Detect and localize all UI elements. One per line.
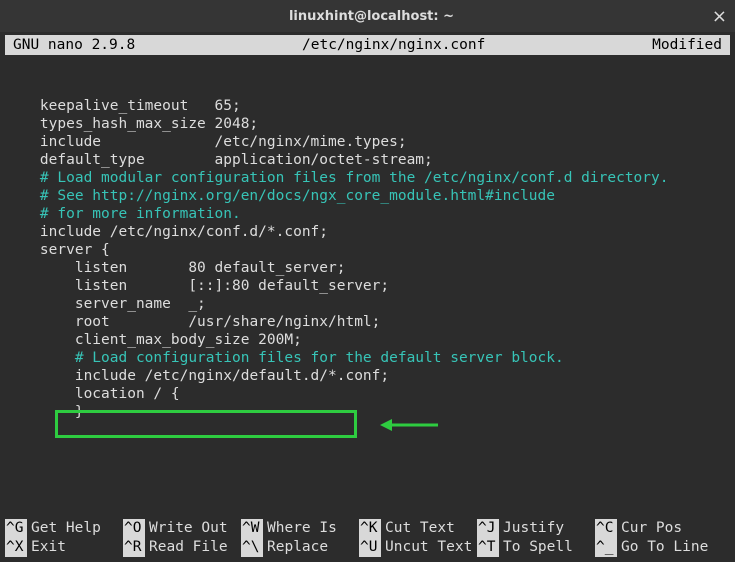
- comment-text: # Load configuration files for the defau…: [75, 350, 564, 366]
- shortcut-label: Cut Text: [385, 519, 455, 538]
- code-text: listen [::]:80 default_server;: [75, 278, 389, 294]
- shortcut-item[interactable]: ^\Replace: [241, 538, 359, 557]
- editor-area[interactable]: keepalive_timeout 65; types_hash_max_siz…: [0, 55, 735, 525]
- shortcut-label: Justify: [503, 519, 564, 538]
- code-text: types_hash_max_size 2048;: [40, 116, 258, 132]
- code-text: root /usr/share/nginx/html;: [75, 314, 381, 330]
- code-text: server_name _;: [75, 296, 206, 312]
- editor-line[interactable]: server_name _;: [5, 295, 730, 313]
- editor-line[interactable]: location / {: [5, 385, 730, 403]
- code-text: include /etc/nginx/mime.types;: [40, 134, 407, 150]
- editor-line[interactable]: # for more information.: [5, 205, 730, 223]
- shortcut-item[interactable]: ^JJustify: [477, 519, 595, 538]
- shortcut-item[interactable]: ^UUncut Text: [359, 538, 477, 557]
- comment-text: # See http://nginx.org/en/docs/ngx_core_…: [40, 188, 555, 204]
- shortcut-key: ^R: [123, 538, 145, 557]
- shortcut-key: ^C: [595, 519, 617, 538]
- shortcut-key: ^X: [5, 538, 27, 557]
- editor-content[interactable]: keepalive_timeout 65; types_hash_max_siz…: [5, 97, 730, 421]
- editor-line[interactable]: root /usr/share/nginx/html;: [5, 313, 730, 331]
- shortcut-key: ^_: [595, 538, 617, 557]
- shortcut-item[interactable]: ^GGet Help: [5, 519, 123, 538]
- shortcut-item[interactable]: ^CCur Pos: [595, 519, 713, 538]
- nano-shortcuts-bar: ^GGet Help^OWrite Out^WWhere Is^KCut Tex…: [5, 519, 730, 557]
- shortcut-item[interactable]: ^OWrite Out: [123, 519, 241, 538]
- code-text: }: [75, 404, 84, 420]
- editor-line[interactable]: include /etc/nginx/mime.types;: [5, 133, 730, 151]
- shortcut-row-2: ^XExit^RRead File^\Replace^UUncut Text^T…: [5, 538, 730, 557]
- shortcut-key: ^J: [477, 519, 499, 538]
- editor-line[interactable]: types_hash_max_size 2048;: [5, 115, 730, 133]
- code-text: default_type application/octet-stream;: [40, 152, 433, 168]
- nano-modified-status: Modified: [652, 35, 722, 55]
- comment-text: # Load modular configuration files from …: [40, 170, 669, 186]
- editor-line[interactable]: listen [::]:80 default_server;: [5, 277, 730, 295]
- editor-line[interactable]: default_type application/octet-stream;: [5, 151, 730, 169]
- code-text: location / {: [75, 386, 180, 402]
- shortcut-label: Get Help: [31, 519, 101, 538]
- shortcut-label: Write Out: [149, 519, 228, 538]
- shortcut-key: ^W: [241, 519, 263, 538]
- comment-text: # for more information.: [40, 206, 241, 222]
- nano-header-bar: GNU nano 2.9.8 /etc/nginx/nginx.conf Mod…: [5, 35, 730, 55]
- shortcut-key: ^U: [359, 538, 381, 557]
- shortcut-key: ^T: [477, 538, 499, 557]
- shortcut-label: Replace: [267, 538, 328, 557]
- editor-line[interactable]: listen 80 default_server;: [5, 259, 730, 277]
- close-icon[interactable]: ×: [699, 6, 727, 27]
- code-text: include /etc/nginx/default.d/*.conf;: [75, 368, 389, 384]
- editor-line[interactable]: keepalive_timeout 65;: [5, 97, 730, 115]
- shortcut-key: ^K: [359, 519, 381, 538]
- editor-line[interactable]: include /etc/nginx/conf.d/*.conf;: [5, 223, 730, 241]
- window-title: linuxhint@localhost: ~: [44, 9, 699, 24]
- shortcut-label: Cur Pos: [621, 519, 682, 538]
- editor-line[interactable]: server {: [5, 241, 730, 259]
- shortcut-item[interactable]: ^KCut Text: [359, 519, 477, 538]
- editor-line[interactable]: # Load configuration files for the defau…: [5, 349, 730, 367]
- editor-line[interactable]: # Load modular configuration files from …: [5, 169, 730, 187]
- window-titlebar: linuxhint@localhost: ~ ×: [0, 0, 735, 32]
- shortcut-label: Read File: [149, 538, 228, 557]
- shortcut-label: Exit: [31, 538, 66, 557]
- shortcut-item[interactable]: ^TTo Spell: [477, 538, 595, 557]
- editor-line[interactable]: client_max_body_size 200M;: [5, 331, 730, 349]
- nano-file-path: /etc/nginx/nginx.conf: [135, 35, 652, 55]
- code-text: listen 80 default_server;: [75, 260, 346, 276]
- shortcut-item[interactable]: ^_Go To Line: [595, 538, 713, 557]
- shortcut-key: ^O: [123, 519, 145, 538]
- shortcut-key: ^G: [5, 519, 27, 538]
- editor-line[interactable]: include /etc/nginx/default.d/*.conf;: [5, 367, 730, 385]
- shortcut-label: Go To Line: [621, 538, 708, 557]
- editor-line[interactable]: # See http://nginx.org/en/docs/ngx_core_…: [5, 187, 730, 205]
- code-text: server {: [40, 242, 110, 258]
- code-text: include /etc/nginx/conf.d/*.conf;: [40, 224, 328, 240]
- shortcut-item[interactable]: ^XExit: [5, 538, 123, 557]
- code-text: client_max_body_size 200M;: [75, 332, 302, 348]
- shortcut-row-1: ^GGet Help^OWrite Out^WWhere Is^KCut Tex…: [5, 519, 730, 538]
- shortcut-label: Where Is: [267, 519, 337, 538]
- shortcut-label: Uncut Text: [385, 538, 472, 557]
- editor-line[interactable]: }: [5, 403, 730, 421]
- code-text: keepalive_timeout 65;: [40, 98, 241, 114]
- shortcut-item[interactable]: ^WWhere Is: [241, 519, 359, 538]
- shortcut-key: ^\: [241, 538, 263, 557]
- shortcut-item[interactable]: ^RRead File: [123, 538, 241, 557]
- nano-app-version: GNU nano 2.9.8: [13, 35, 135, 55]
- shortcut-label: To Spell: [503, 538, 573, 557]
